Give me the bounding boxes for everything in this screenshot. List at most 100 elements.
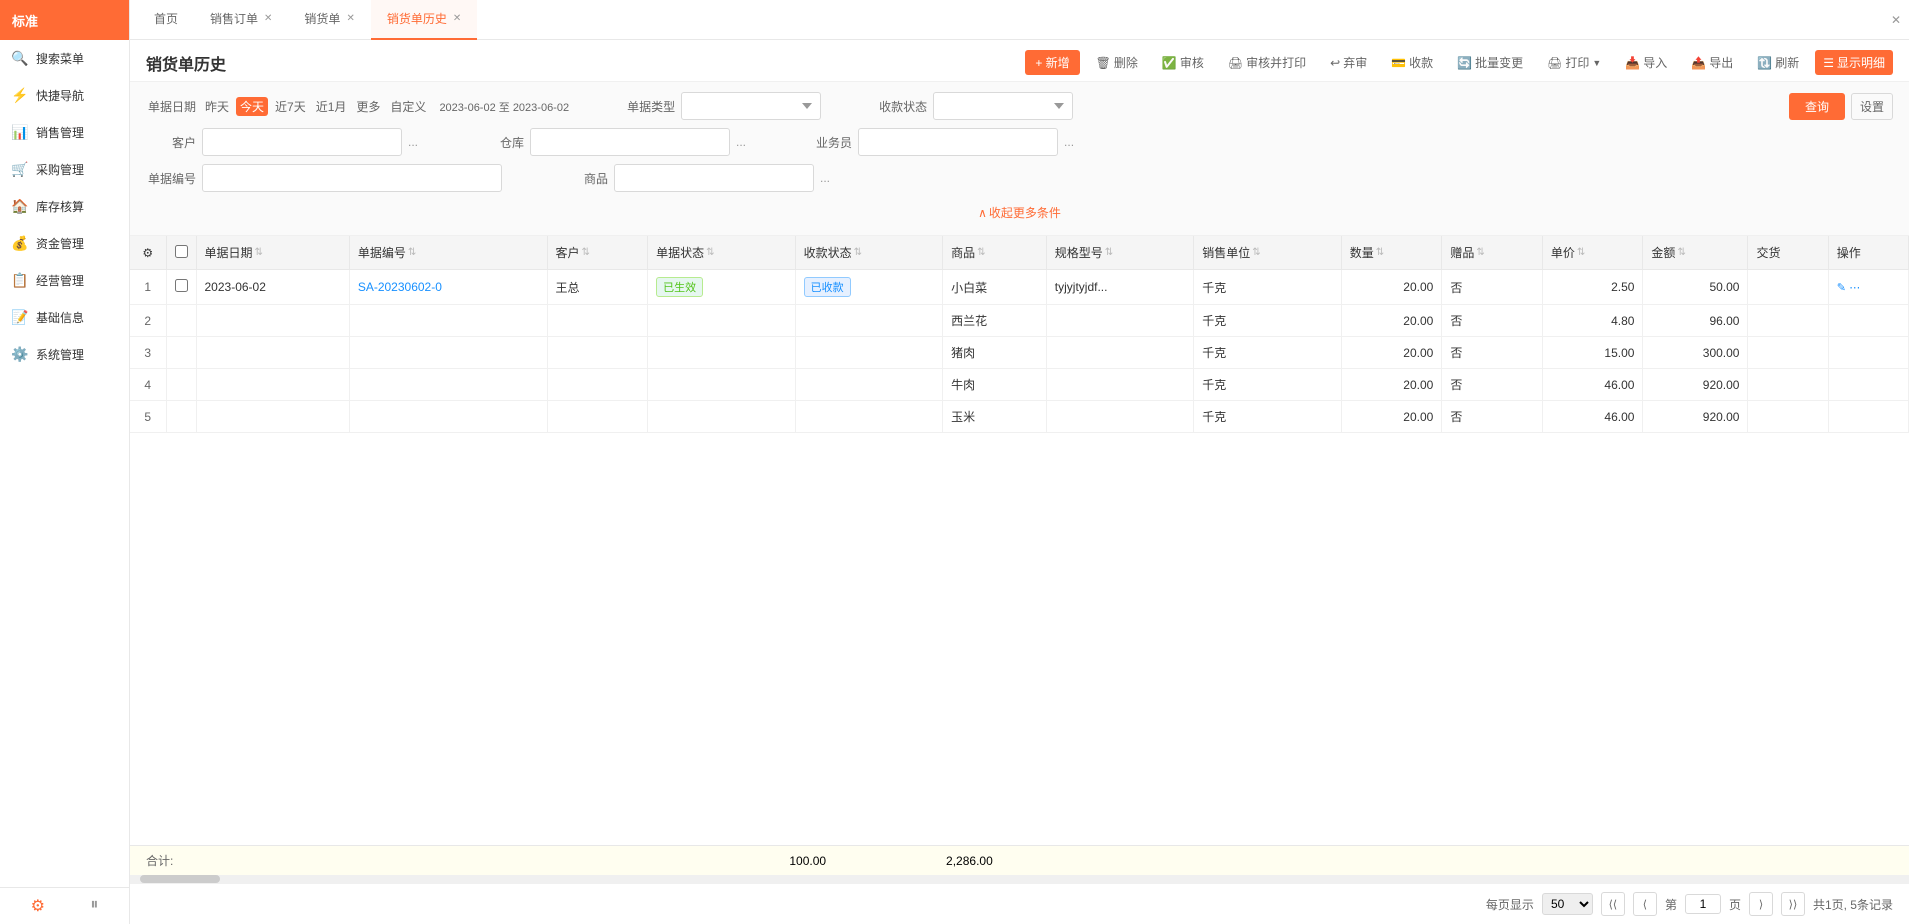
row-qty-3: 20.00 bbox=[1341, 369, 1442, 401]
close-all-tabs[interactable]: ✕ bbox=[1891, 13, 1901, 27]
th-customer[interactable]: 客户⇅ bbox=[547, 236, 648, 270]
shortcut-yesterday[interactable]: 昨天 bbox=[202, 97, 232, 116]
sidebar-item-search-menu[interactable]: 🔍 搜索菜单 bbox=[0, 40, 129, 77]
th-sales-unit[interactable]: 销售单位⇅ bbox=[1194, 236, 1342, 270]
scroll-thumb[interactable] bbox=[140, 875, 220, 883]
collapse-button[interactable]: ∧ 收起更多条件 bbox=[146, 200, 1893, 225]
row-check[interactable] bbox=[175, 279, 188, 292]
row-action-1[interactable] bbox=[1828, 305, 1908, 337]
show-detail-button[interactable]: ☰ 显示明细 bbox=[1815, 50, 1893, 75]
tab-sales-order[interactable]: 销售订单 ✕ bbox=[194, 0, 288, 40]
row-action-4[interactable] bbox=[1828, 401, 1908, 433]
row-edit-btn[interactable]: ✎ bbox=[1837, 282, 1846, 294]
row-checkbox-3[interactable] bbox=[166, 369, 196, 401]
delete-button[interactable]: 🗑 删除 bbox=[1088, 50, 1146, 75]
tab-sales-history-close[interactable]: ✕ bbox=[453, 13, 461, 24]
refresh-button[interactable]: 🔃 刷新 bbox=[1749, 50, 1807, 75]
th-payment-status[interactable]: 收款状态⇅ bbox=[795, 236, 943, 270]
export-button[interactable]: 📤 导出 bbox=[1683, 50, 1741, 75]
next-page-button[interactable]: ⟩ bbox=[1749, 892, 1773, 916]
per-page-select[interactable]: 50 100 200 bbox=[1542, 893, 1593, 915]
shortcut-1month[interactable]: 近1月 bbox=[313, 97, 350, 116]
customer-input[interactable] bbox=[202, 128, 402, 156]
first-page-button[interactable]: ⟨⟨ bbox=[1601, 892, 1625, 916]
sort-goods-icon: ⇅ bbox=[977, 247, 985, 258]
row-amount-3: 920.00 bbox=[1643, 369, 1748, 401]
tab-sales-goods-close[interactable]: ✕ bbox=[346, 13, 354, 24]
row-more-btn[interactable]: ⋯ bbox=[1849, 282, 1860, 294]
page-label: 第 bbox=[1665, 896, 1677, 913]
warehouse-input[interactable] bbox=[530, 128, 730, 156]
row-spec-type-4 bbox=[1046, 401, 1194, 433]
sidebar-item-basic-info[interactable]: 📝 基础信息 bbox=[0, 299, 129, 336]
goods-ellipsis[interactable]: ... bbox=[820, 171, 830, 185]
last-page-button[interactable]: ⟩⟩ bbox=[1781, 892, 1805, 916]
batch-change-button[interactable]: 🔄 批量变更 bbox=[1449, 50, 1531, 75]
th-amount[interactable]: 金额⇅ bbox=[1643, 236, 1748, 270]
row-doc-no-2[interactable] bbox=[349, 337, 547, 369]
th-spec-type[interactable]: 规格型号⇅ bbox=[1046, 236, 1194, 270]
payment-status-select[interactable] bbox=[933, 92, 1073, 120]
row-doc-no-0[interactable]: SA-20230602-0 bbox=[349, 270, 547, 305]
collect-button[interactable]: 💳 收款 bbox=[1383, 50, 1441, 75]
new-button[interactable]: + 新增 bbox=[1025, 50, 1079, 75]
row-doc-no-4[interactable] bbox=[349, 401, 547, 433]
sidebar-item-purchase-mgmt[interactable]: 🛒 采购管理 bbox=[0, 151, 129, 188]
settings-bottom-icon[interactable]: ⚙ bbox=[31, 896, 45, 916]
sidebar-item-sales-mgmt[interactable]: 📊 销售管理 bbox=[0, 114, 129, 151]
query-button[interactable]: 查询 bbox=[1789, 93, 1845, 120]
th-checkbox[interactable] bbox=[166, 236, 196, 270]
doc-type-select[interactable] bbox=[681, 92, 821, 120]
scroll-bar[interactable] bbox=[130, 875, 1909, 883]
sidebar-item-label: 基础信息 bbox=[36, 309, 84, 326]
sidebar-item-quick-nav[interactable]: ⚡ 快捷导航 bbox=[0, 77, 129, 114]
th-gear[interactable]: ⚙ bbox=[130, 236, 166, 270]
audit-button[interactable]: ✅ 审核 bbox=[1154, 50, 1212, 75]
customer-ellipsis[interactable]: ... bbox=[408, 135, 418, 149]
sidebar-item-inventory-calc[interactable]: 🏠 库存核算 bbox=[0, 188, 129, 225]
salesperson-ellipsis[interactable]: ... bbox=[1064, 135, 1074, 149]
row-checkbox-1[interactable] bbox=[166, 305, 196, 337]
print-button[interactable]: 🖨 打印 ▼ bbox=[1539, 50, 1609, 75]
doc-no-input[interactable] bbox=[202, 164, 502, 192]
tab-sales-history[interactable]: 销货单历史 ✕ bbox=[371, 0, 477, 40]
shortcut-today[interactable]: 今天 bbox=[236, 97, 268, 116]
shortcut-custom[interactable]: 自定义 bbox=[387, 97, 429, 116]
th-doc-date[interactable]: 单据日期⇅ bbox=[196, 236, 349, 270]
warehouse-ellipsis[interactable]: ... bbox=[736, 135, 746, 149]
sidebar-item-finance-mgmt[interactable]: 💰 资金管理 bbox=[0, 225, 129, 262]
prev-page-button[interactable]: ⟨ bbox=[1633, 892, 1657, 916]
th-gift[interactable]: 赠品⇅ bbox=[1442, 236, 1543, 270]
th-qty[interactable]: 数量⇅ bbox=[1341, 236, 1442, 270]
pause-bottom-icon[interactable]: ⏸ bbox=[90, 896, 98, 916]
salesperson-input[interactable] bbox=[858, 128, 1058, 156]
shortcut-more[interactable]: 更多 bbox=[353, 97, 383, 116]
row-action-3[interactable] bbox=[1828, 369, 1908, 401]
shortcut-7days[interactable]: 近7天 bbox=[272, 97, 309, 116]
pagination: 每页显示 50 100 200 ⟨⟨ ⟨ 第 1 页 ⟩ ⟩⟩ 共1页, 5条记… bbox=[130, 883, 1909, 924]
th-goods[interactable]: 商品⇅ bbox=[943, 236, 1047, 270]
row-doc-no-3[interactable] bbox=[349, 369, 547, 401]
th-unit-price[interactable]: 单价⇅ bbox=[1542, 236, 1643, 270]
tab-sales-order-close[interactable]: ✕ bbox=[264, 13, 272, 24]
th-doc-status[interactable]: 单据状态⇅ bbox=[648, 236, 796, 270]
row-checkbox-0[interactable] bbox=[166, 270, 196, 305]
row-action-0[interactable]: ✎ ⋯ bbox=[1828, 270, 1908, 305]
row-checkbox-2[interactable] bbox=[166, 337, 196, 369]
row-doc-no-1[interactable] bbox=[349, 305, 547, 337]
row-action-2[interactable] bbox=[1828, 337, 1908, 369]
sidebar-item-operations-mgmt[interactable]: 📋 经营管理 bbox=[0, 262, 129, 299]
import-button[interactable]: 📥 导入 bbox=[1617, 50, 1675, 75]
page-input[interactable]: 1 bbox=[1685, 894, 1721, 914]
tab-sales-goods[interactable]: 销货单 ✕ bbox=[288, 0, 370, 40]
tab-home[interactable]: 首页 bbox=[138, 0, 194, 40]
th-doc-no[interactable]: 单据编号⇅ bbox=[349, 236, 547, 270]
sort-qty-icon: ⇅ bbox=[1376, 247, 1384, 258]
audit-print-button[interactable]: 🖨 审核并打印 bbox=[1220, 50, 1314, 75]
abandon-button[interactable]: ↩ 弃审 bbox=[1322, 50, 1375, 75]
settings-button[interactable]: 设置 bbox=[1851, 93, 1893, 120]
sidebar-item-system-mgmt[interactable]: ⚙️ 系统管理 bbox=[0, 336, 129, 373]
goods-input[interactable] bbox=[614, 164, 814, 192]
row-checkbox-4[interactable] bbox=[166, 401, 196, 433]
select-all-checkbox[interactable] bbox=[175, 245, 188, 258]
